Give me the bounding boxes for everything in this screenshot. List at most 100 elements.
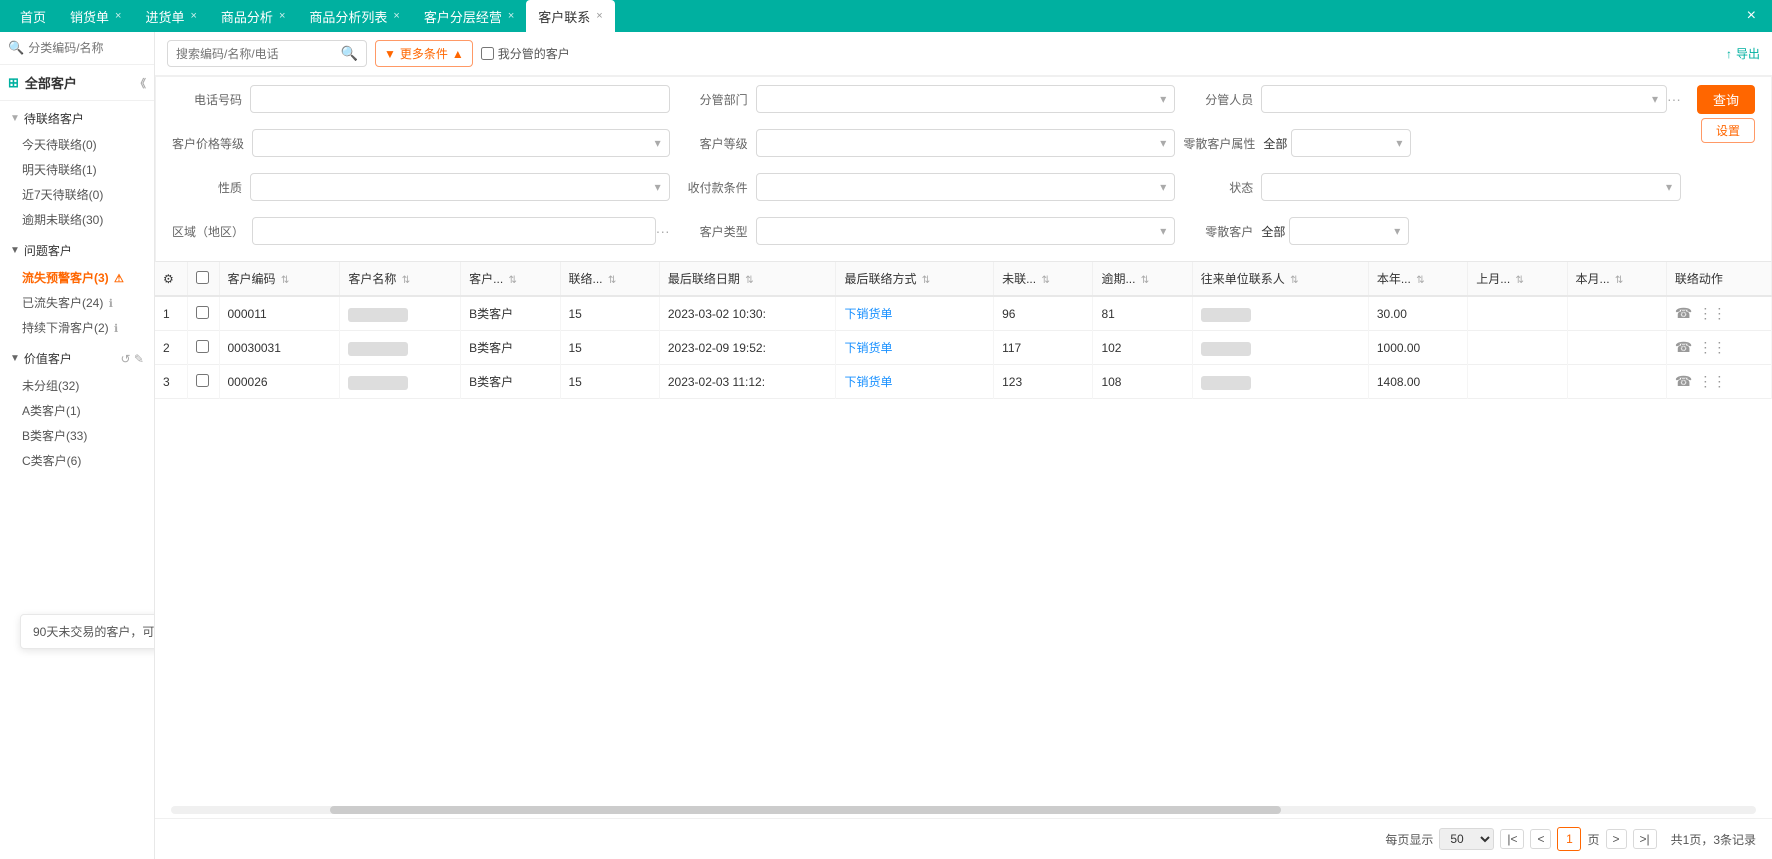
first-page-btn[interactable]: |<: [1500, 829, 1524, 849]
last-method-link-2[interactable]: 下销货单: [844, 375, 892, 389]
settings-button[interactable]: 设置: [1701, 118, 1755, 143]
tab-sales[interactable]: 销货单 ×: [58, 0, 133, 32]
tab-home[interactable]: 首页: [8, 0, 58, 32]
sidebar-root[interactable]: ⊞ 全部客户 《: [0, 65, 154, 101]
zero-attr-select[interactable]: ▾: [1291, 129, 1411, 157]
cell-checkbox[interactable]: [187, 331, 219, 365]
sidebar-item-ungrouped[interactable]: 未分组(32): [0, 373, 154, 398]
sidebar-search-input[interactable]: [28, 41, 146, 55]
region-more-icon[interactable]: ···: [656, 223, 670, 239]
last-method-link-0[interactable]: 下销货单: [844, 307, 892, 321]
region-select[interactable]: [252, 217, 656, 245]
th-this-month[interactable]: 本月... ⇅: [1567, 262, 1666, 296]
row-checkbox-2[interactable]: [196, 374, 209, 387]
person-select[interactable]: ▾: [1261, 85, 1667, 113]
th-checkbox[interactable]: [187, 262, 219, 296]
th-contact[interactable]: 联络... ⇅: [560, 262, 659, 296]
sidebar-item-overdue[interactable]: 逾期未联络(30): [0, 207, 154, 232]
filter-row-2: 客户价格等级 ▾ 客户等级 ▾: [172, 129, 1681, 157]
sidebar-group-problem-title[interactable]: ▼ 问题客户: [0, 236, 154, 265]
tab-close-sales[interactable]: ×: [115, 10, 121, 22]
sidebar-item-a-class[interactable]: A类客户(1): [0, 398, 154, 423]
filter-phone: 电话号码: [172, 85, 670, 113]
sidebar-group-value-title[interactable]: ▼ 价值客户 ↺ ✎: [0, 344, 154, 373]
scroll-thumb[interactable]: [330, 806, 1281, 814]
th-contact-person[interactable]: 往来单位联系人 ⇅: [1192, 262, 1368, 296]
tab-close-purchase[interactable]: ×: [190, 10, 196, 22]
action-phone-icon-0[interactable]: ☎: [1675, 305, 1692, 322]
sidebar-item-tomorrow[interactable]: 明天待联络(1): [0, 157, 154, 182]
zero-customer-select[interactable]: ▾: [1289, 217, 1409, 245]
phone-input[interactable]: [250, 85, 670, 113]
export-btn[interactable]: ↑ 导出: [1726, 45, 1760, 62]
search-input[interactable]: [176, 47, 341, 61]
pagination: 每页显示 50 20 100 |< < 1 页 > >| 共1页，3条记录: [155, 818, 1772, 859]
price-level-select[interactable]: ▾: [252, 129, 670, 157]
horizontal-scrollbar[interactable]: [171, 806, 1756, 814]
query-button[interactable]: 查询: [1697, 85, 1755, 114]
next-page-btn[interactable]: >: [1606, 829, 1627, 849]
sort-icon-code: ⇅: [281, 275, 289, 286]
customer-level-select[interactable]: ▾: [756, 129, 1176, 157]
th-last-month[interactable]: 上月... ⇅: [1468, 262, 1567, 296]
page-1[interactable]: 1: [1557, 827, 1581, 851]
status-select[interactable]: ▾: [1261, 173, 1681, 201]
cell-checkbox[interactable]: [187, 365, 219, 399]
cell-contact-person: [1192, 365, 1368, 399]
dept-select[interactable]: ▾: [756, 85, 1176, 113]
tab-close-product-list[interactable]: ×: [393, 10, 399, 22]
per-page-select[interactable]: 50 20 100: [1439, 828, 1494, 850]
action-phone-icon-2[interactable]: ☎: [1675, 373, 1692, 390]
my-customers-checkbox[interactable]: [481, 47, 494, 60]
tab-close-product-analysis[interactable]: ×: [279, 10, 285, 22]
sidebar-item-c-class[interactable]: C类客户(6): [0, 448, 154, 473]
sidebar-item-7days[interactable]: 近7天待联络(0): [0, 182, 154, 207]
sidebar-group-pending-title[interactable]: ▼ 待联络客户: [0, 105, 154, 132]
tab-product-analysis-list[interactable]: 商品分析列表 ×: [297, 0, 411, 32]
search-button[interactable]: 🔍: [341, 45, 358, 62]
tab-customer-contact[interactable]: 客户联系 ×: [526, 0, 614, 32]
sidebar-item-churn-warning[interactable]: 流失预警客户(3) ⚠: [0, 265, 154, 290]
tab-close-customer-tier[interactable]: ×: [508, 10, 514, 22]
action-phone-icon-1[interactable]: ☎: [1675, 339, 1692, 356]
th-type[interactable]: 客户... ⇅: [461, 262, 560, 296]
last-method-link-1[interactable]: 下销货单: [844, 341, 892, 355]
th-last-date[interactable]: 最后联络日期 ⇅: [659, 262, 836, 296]
row-checkbox-0[interactable]: [196, 306, 209, 319]
th-overdue[interactable]: 逾期... ⇅: [1093, 262, 1192, 296]
sidebar-item-declining[interactable]: 持续下滑客户(2) ℹ: [0, 315, 154, 340]
action-more-icon-0[interactable]: ⋮⋮: [1698, 305, 1726, 322]
th-name[interactable]: 客户名称 ⇅: [340, 262, 461, 296]
sidebar-item-churned[interactable]: 已流失客户(24) ℹ: [0, 290, 154, 315]
tab-purchase[interactable]: 进货单 ×: [133, 0, 208, 32]
search-bar: 🔍 ▼ 更多条件 ▲ 我分管的客户 ↑ 导出: [155, 32, 1772, 76]
close-all-tabs[interactable]: ×: [1739, 7, 1764, 25]
more-conditions-btn[interactable]: ▼ 更多条件 ▲: [375, 40, 473, 67]
tab-close-customer-contact[interactable]: ×: [596, 10, 602, 22]
prev-page-btn[interactable]: <: [1530, 829, 1551, 849]
sidebar-item-today[interactable]: 今天待联络(0): [0, 132, 154, 157]
payment-select[interactable]: ▾: [756, 173, 1176, 201]
cell-checkbox[interactable]: [187, 296, 219, 331]
tab-product-analysis[interactable]: 商品分析 ×: [209, 0, 297, 32]
action-more-icon-2[interactable]: ⋮⋮: [1698, 373, 1726, 390]
collapse-icon[interactable]: 《: [135, 75, 146, 91]
person-more-icon[interactable]: ···: [1667, 91, 1681, 107]
gender-select[interactable]: ▾: [250, 173, 670, 201]
tab-customer-tier[interactable]: 客户分层经营 ×: [412, 0, 526, 32]
th-code[interactable]: 客户编码 ⇅: [219, 262, 340, 296]
sidebar-item-b-class[interactable]: B类客户(33): [0, 423, 154, 448]
th-this-year[interactable]: 本年... ⇅: [1368, 262, 1467, 296]
row-checkbox-1[interactable]: [196, 340, 209, 353]
cell-code: 000026: [219, 365, 340, 399]
th-gear[interactable]: ⚙: [155, 262, 187, 296]
customer-type-select[interactable]: ▾: [756, 217, 1176, 245]
th-last-method[interactable]: 最后联络方式 ⇅: [836, 262, 994, 296]
gear-icon[interactable]: ⚙: [163, 272, 174, 286]
arrow-down-icon: ▼: [10, 113, 20, 124]
action-more-icon-1[interactable]: ⋮⋮: [1698, 339, 1726, 356]
my-customers-check[interactable]: 我分管的客户: [481, 45, 570, 62]
select-all-checkbox[interactable]: [196, 271, 209, 284]
th-uncontacted[interactable]: 未联... ⇅: [994, 262, 1093, 296]
last-page-btn[interactable]: >|: [1633, 829, 1657, 849]
